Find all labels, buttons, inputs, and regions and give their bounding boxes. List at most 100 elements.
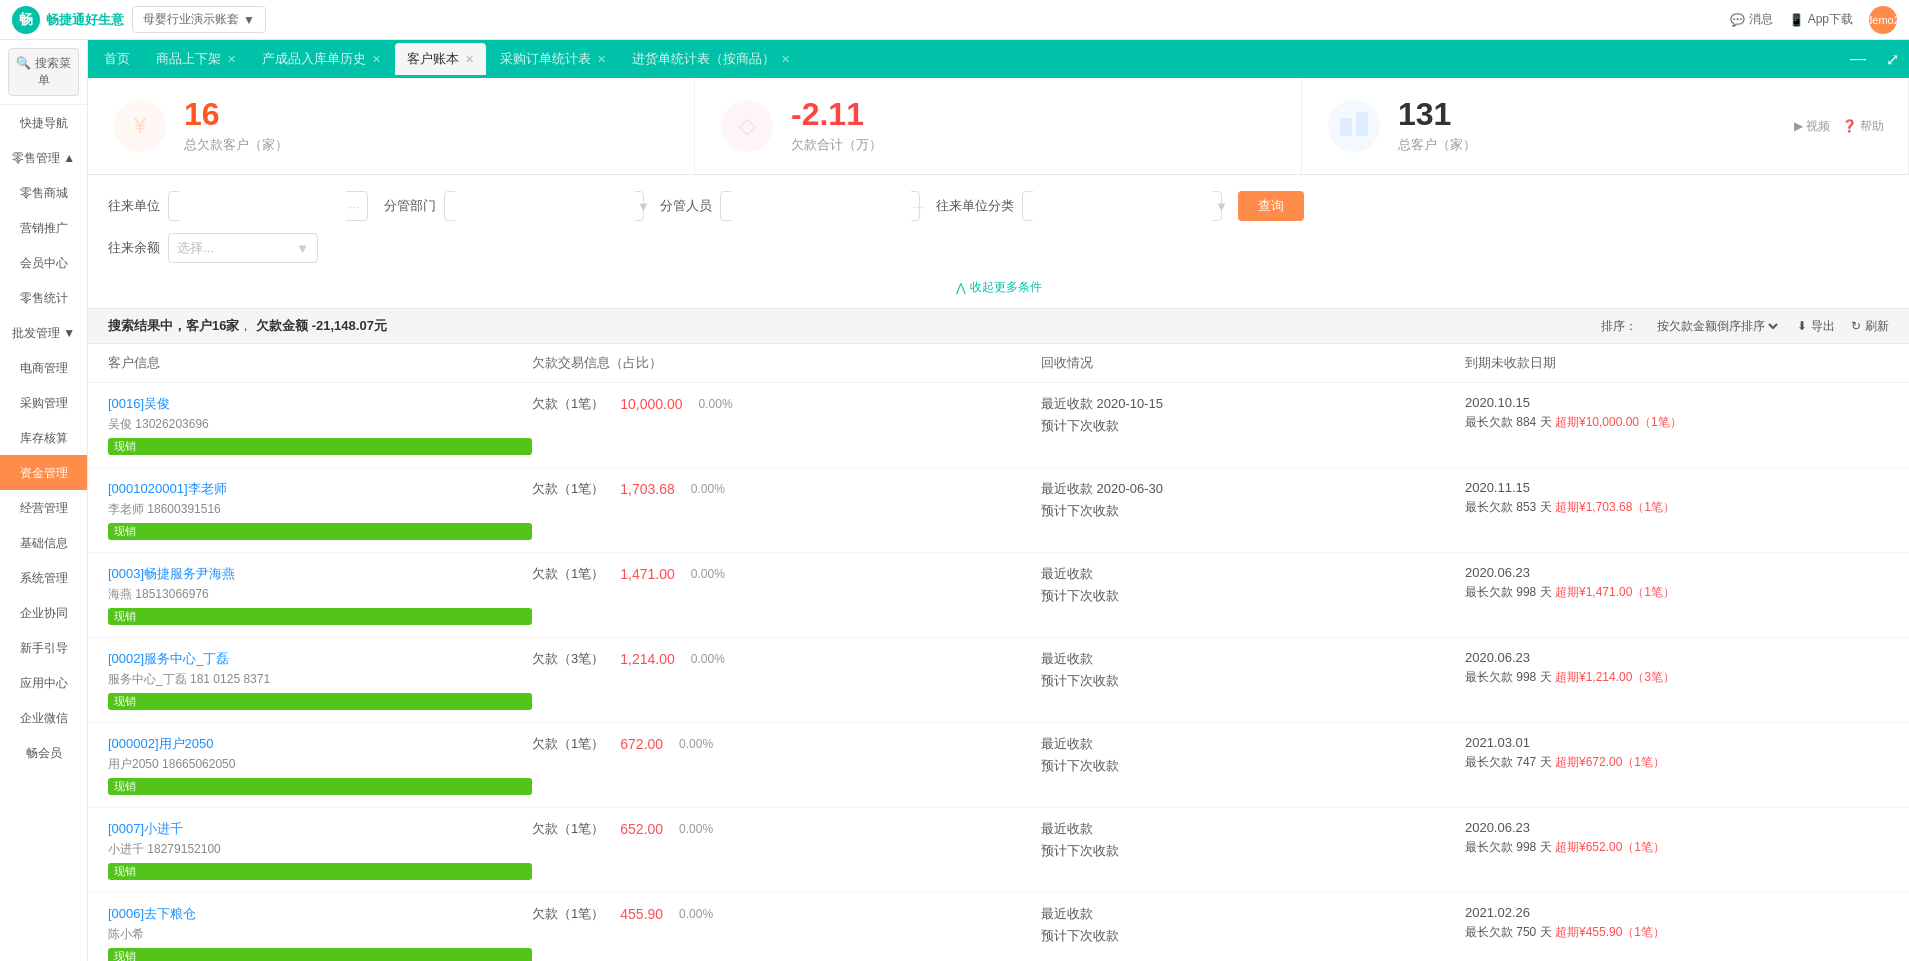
- last-payment-2: 最近收款: [1041, 565, 1465, 583]
- overdue-link-3[interactable]: 超期¥1,214.00（3笔）: [1555, 670, 1675, 684]
- tab-maximize-btn[interactable]: ⤢: [1880, 48, 1905, 71]
- sidebar-item-app-center[interactable]: 应用中心: [0, 665, 87, 700]
- overdue-link-6[interactable]: 超期¥455.90（1笔）: [1555, 925, 1665, 939]
- stats-row: ¥ 16 总欠款客户（家） ◇: [88, 78, 1909, 175]
- customer-name-link-5[interactable]: [0007]小进千: [108, 820, 532, 838]
- overdue-date-1: 2020.11.15: [1465, 480, 1889, 495]
- balance-placeholder: 选择...: [177, 239, 296, 257]
- sidebar-item-wholesale-management[interactable]: 批发管理 ▼: [0, 315, 87, 350]
- app-download-btn[interactable]: 📱 App下载: [1789, 11, 1853, 28]
- overdue-days-3: 最长欠款 998 天: [1465, 670, 1552, 684]
- tab-production-history-label: 产成品入库单历史: [262, 50, 366, 68]
- overdue-link-4[interactable]: 超期¥672.00（1笔）: [1555, 755, 1665, 769]
- tab-inbound-stats[interactable]: 进货单统计表（按商品） ✕: [620, 43, 802, 75]
- store-selector[interactable]: 母婴行业演示账套 ▼: [132, 6, 266, 33]
- customer-detail-5: 小进千 18279152100: [108, 841, 532, 858]
- sidebar-item-member-center[interactable]: 会员中心: [0, 245, 87, 280]
- last-payment-1: 最近收款 2020-06-30: [1041, 480, 1465, 498]
- sidebar-item-basic-info[interactable]: 基础信息: [0, 525, 87, 560]
- sidebar-item-retail-stats[interactable]: 零售统计: [0, 280, 87, 315]
- tab-production-history[interactable]: 产成品入库单历史 ✕: [250, 43, 393, 75]
- customer-detail-3: 服务中心_丁磊 181 0125 8371: [108, 671, 532, 688]
- sidebar-item-purchasing[interactable]: 采购管理: [0, 385, 87, 420]
- brand-logo: 畅 畅捷通好生意: [12, 6, 124, 34]
- sidebar-item-enterprise[interactable]: 企业协同: [0, 595, 87, 630]
- overdue-date-4: 2021.03.01: [1465, 735, 1889, 750]
- search-menu-btn[interactable]: 🔍 搜索菜单: [8, 48, 79, 96]
- filter-source-unit: 往来单位 ···: [108, 191, 368, 221]
- tab-customer-account[interactable]: 客户账本 ✕: [395, 43, 486, 75]
- top-bar-left: 畅 畅捷通好生意 母婴行业演示账套 ▼: [12, 6, 266, 34]
- customer-detail-2: 海燕 18513066976: [108, 586, 532, 603]
- division-input[interactable]: [453, 191, 637, 221]
- tab-product-listing-close[interactable]: ✕: [227, 53, 236, 66]
- tab-minimize-btn[interactable]: —: [1844, 48, 1872, 70]
- unit-category-input[interactable]: [1031, 191, 1215, 221]
- view-btn[interactable]: ▶ 视频: [1794, 118, 1830, 135]
- sidebar-search[interactable]: 🔍 搜索菜单: [0, 40, 87, 105]
- customer-name-link-3[interactable]: [0002]服务中心_丁磊: [108, 650, 532, 668]
- sort-select[interactable]: 按欠款金额倒序排序: [1653, 318, 1781, 334]
- stat-value-debt: -2.11: [791, 98, 882, 130]
- customer-name-link-0[interactable]: [0016]吴俊: [108, 395, 532, 413]
- sidebar-item-inventory[interactable]: 库存核算: [0, 420, 87, 455]
- sidebar: 🔍 搜索菜单 快捷导航 零售管理 ▲ 零售商城 营销推广 会员中心 零售统计: [0, 40, 88, 961]
- store-name: 母婴行业演示账套: [143, 11, 239, 28]
- filter-row-1: 往来单位 ··· 分管部门 ▼: [108, 191, 1889, 221]
- source-unit-input[interactable]: [177, 191, 348, 221]
- debt-percent-2: 0.00%: [691, 567, 725, 581]
- user-avatar-area[interactable]: demo2: [1869, 6, 1897, 34]
- last-payment-5: 最近收款: [1041, 820, 1465, 838]
- customer-name-link-1[interactable]: [0001020001]李老师: [108, 480, 532, 498]
- debt-count-6: 欠款（1笔）: [532, 905, 604, 923]
- sidebar-item-ecommerce[interactable]: 电商管理: [0, 350, 87, 385]
- tab-inbound-stats-close[interactable]: ✕: [781, 53, 790, 66]
- overdue-info-2: 2020.06.23 最长欠款 998 天 超期¥1,471.00（1笔）: [1465, 565, 1889, 625]
- sidebar-item-retail-management[interactable]: 零售管理 ▲: [0, 140, 87, 175]
- customer-info-2: [0003]畅捷服务尹海燕 海燕 18513066976 现销: [108, 565, 532, 625]
- sidebar-item-marketing[interactable]: 营销推广: [0, 210, 87, 245]
- sidebar-item-finance[interactable]: 资金管理: [0, 455, 87, 490]
- export-btn[interactable]: ⬇ 导出: [1797, 318, 1835, 335]
- sidebar-item-member[interactable]: 畅会员: [0, 735, 87, 770]
- tab-purchase-stats-close[interactable]: ✕: [597, 53, 606, 66]
- customer-name-link-6[interactable]: [0006]去下粮仓: [108, 905, 532, 923]
- tab-customer-account-close[interactable]: ✕: [465, 53, 474, 66]
- overdue-link-1[interactable]: 超期¥1,703.68（1笔）: [1555, 500, 1675, 514]
- collapse-btn[interactable]: ⋀ 收起更多条件: [108, 275, 1889, 300]
- search-menu-label: 搜索菜单: [35, 56, 71, 87]
- sidebar-item-guide[interactable]: 新手引导: [0, 630, 87, 665]
- last-payment-4: 最近收款: [1041, 735, 1465, 753]
- overdue-link-0[interactable]: 超期¥10,000.00（1笔）: [1555, 415, 1682, 429]
- sidebar-item-system[interactable]: 系统管理: [0, 560, 87, 595]
- tab-production-history-close[interactable]: ✕: [372, 53, 381, 66]
- ecommerce-label: 电商管理: [4, 360, 83, 377]
- refresh-btn[interactable]: ↻ 刷新: [1851, 318, 1889, 335]
- tab-purchase-stats-label: 采购订单统计表: [500, 50, 591, 68]
- filter-balance: 往来余额 选择... ▼: [108, 233, 318, 263]
- message-btn[interactable]: 💬 消息: [1730, 11, 1773, 28]
- debt-row-4: 欠款（1笔） 672.00 0.00%: [532, 735, 1041, 753]
- col-header-recovery: 回收情况: [1041, 354, 1465, 372]
- help-btn[interactable]: ❓ 帮助: [1842, 118, 1884, 135]
- tab-purchase-stats[interactable]: 采购订单统计表 ✕: [488, 43, 618, 75]
- customer-name-link-4[interactable]: [000002]用户2050: [108, 735, 532, 753]
- overdue-link-5[interactable]: 超期¥652.00（1笔）: [1555, 840, 1665, 854]
- col-header-customer: 客户信息: [108, 354, 532, 372]
- sidebar-item-operations[interactable]: 经营管理: [0, 490, 87, 525]
- manager-dots: ···: [913, 199, 924, 214]
- tab-product-listing[interactable]: 商品上下架 ✕: [144, 43, 248, 75]
- sidebar-item-retail-mall[interactable]: 零售商城: [0, 175, 87, 210]
- operations-label: 经营管理: [4, 500, 83, 517]
- sidebar-item-wechat[interactable]: 企业微信: [0, 700, 87, 735]
- recovery-info-4: 最近收款 预计下次收款: [1041, 735, 1465, 795]
- customer-info-1: [0001020001]李老师 李老师 18600391516 现销: [108, 480, 532, 540]
- search-button[interactable]: 查询: [1238, 191, 1304, 221]
- manager-input[interactable]: [729, 191, 913, 221]
- overdue-info-4: 2021.03.01 最长欠款 747 天 超期¥672.00（1笔）: [1465, 735, 1889, 795]
- tab-home[interactable]: 首页: [92, 43, 142, 75]
- filter-division: 分管部门 ▼: [384, 191, 644, 221]
- overdue-link-2[interactable]: 超期¥1,471.00（1笔）: [1555, 585, 1675, 599]
- customer-name-link-2[interactable]: [0003]畅捷服务尹海燕: [108, 565, 532, 583]
- debt-percent-0: 0.00%: [699, 397, 733, 411]
